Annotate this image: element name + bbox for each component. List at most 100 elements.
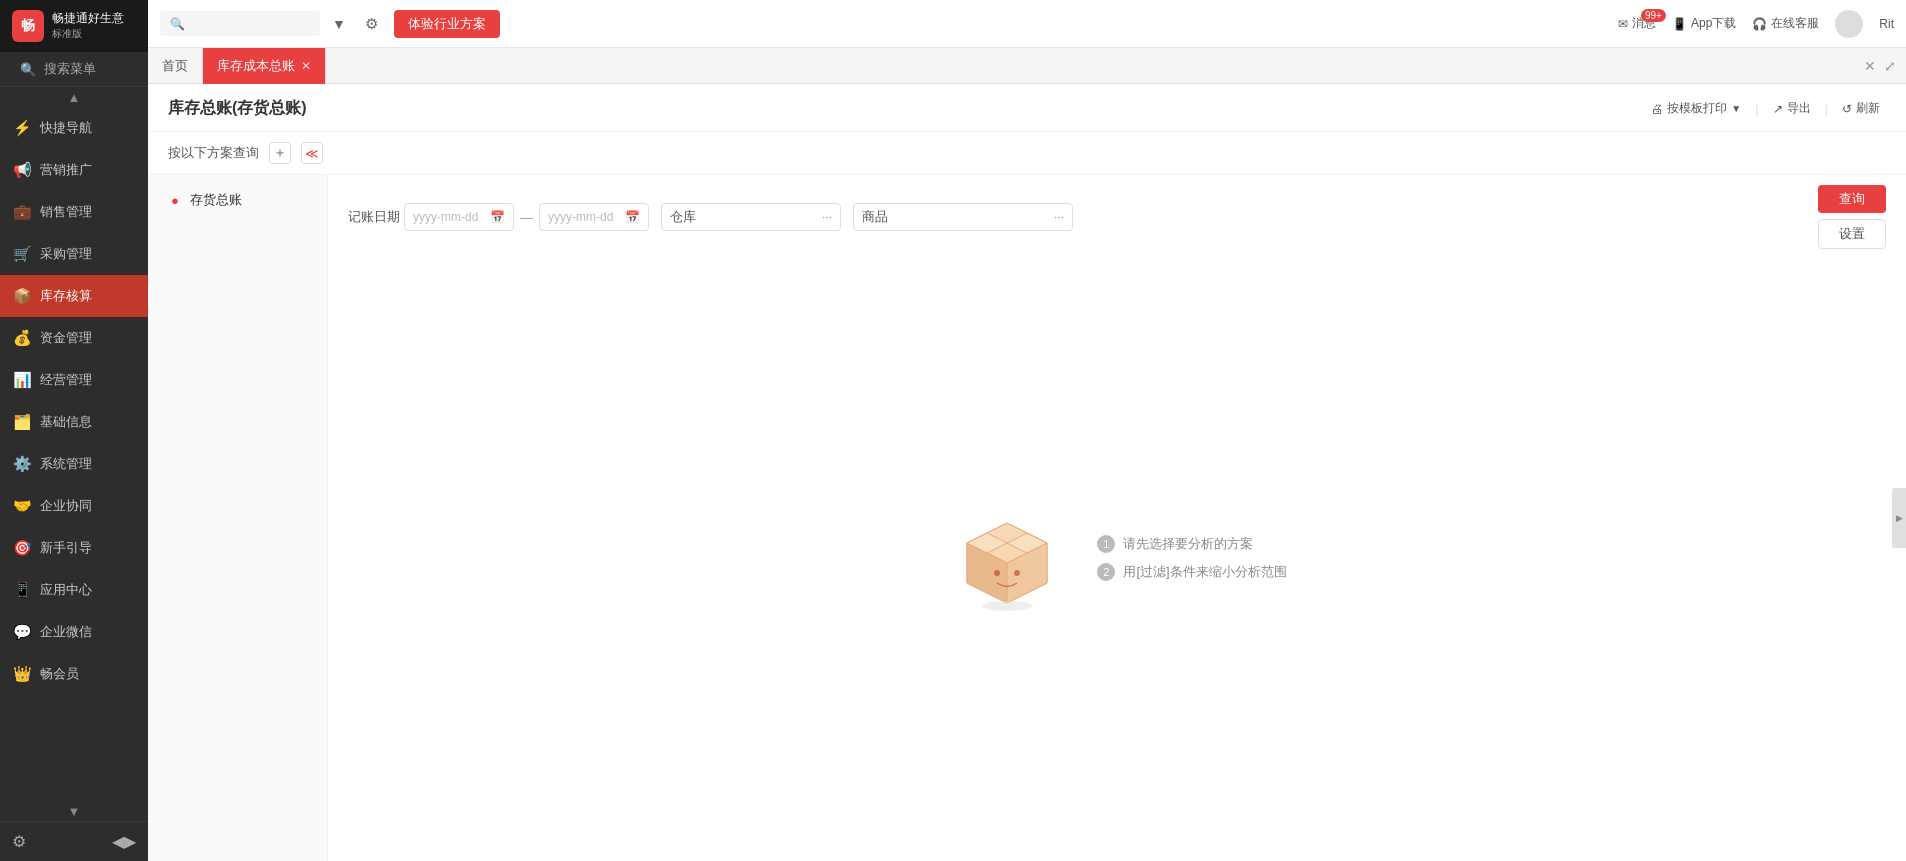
svg-point-8	[982, 601, 1032, 611]
settings-filter-btn[interactable]: 设置	[1818, 219, 1886, 249]
sidebar-item-label: 基础信息	[40, 413, 92, 431]
sidebar-item-apps[interactable]: 📱 应用中心	[0, 569, 148, 611]
right-panel-chevron: ▶	[1896, 513, 1903, 523]
calendar-end-icon: 📅	[625, 210, 640, 224]
tab-close-btn[interactable]: ✕	[301, 59, 311, 73]
refresh-btn[interactable]: ↺ 刷新	[1836, 96, 1886, 121]
date-end-input[interactable]: yyyy-mm-dd 📅	[539, 203, 649, 231]
sidebar-item-finance[interactable]: 💰 资金管理	[0, 317, 148, 359]
tip-text-2: 用[过滤]条件来缩小分析范围	[1123, 563, 1286, 581]
sidebar-item-inventory[interactable]: 📦 库存核算	[0, 275, 148, 317]
sidebar-item-label: 库存核算	[40, 287, 92, 305]
date-start-placeholder: yyyy-mm-dd	[413, 210, 478, 224]
message-btn[interactable]: ✉ 消息 99+	[1618, 15, 1656, 32]
page-title: 库存总账(存货总账)	[168, 98, 307, 119]
quick-nav-icon: ⚡	[12, 118, 32, 138]
scheme-panel: ● 存货总账	[148, 175, 328, 861]
date-label: 记账日期	[348, 208, 400, 226]
sidebar-item-quick-nav[interactable]: ⚡ 快捷导航	[0, 107, 148, 149]
sidebar-item-marketing[interactable]: 📢 营销推广	[0, 149, 148, 191]
online-support-btn[interactable]: 🎧 在线客服	[1752, 15, 1819, 32]
username-label: Rit	[1879, 17, 1894, 31]
filter-area: 按以下方案查询 ＋ ≪	[148, 132, 1906, 175]
right-panel-close-btn[interactable]: ▶	[1892, 488, 1906, 548]
filter-collapse-btn[interactable]: ≪	[301, 142, 323, 164]
sidebar-nav: ⚡ 快捷导航 📢 营销推广 💼 销售管理 🛒 采购管理 📦 库存核算 💰 资金管…	[0, 107, 148, 801]
collapse-sidebar-icon[interactable]: ◀▶	[112, 832, 136, 851]
sidebar-scroll-up[interactable]: ▲	[0, 87, 148, 107]
sidebar-item-purchase[interactable]: 🛒 采购管理	[0, 233, 148, 275]
phone-icon: 📱	[1672, 17, 1687, 31]
export-btn[interactable]: ↗ 导出	[1767, 96, 1817, 121]
sidebar-item-basic[interactable]: 🗂️ 基础信息	[0, 401, 148, 443]
header-search-bar[interactable]: 🔍	[160, 11, 320, 36]
main-area: 🔍 ▼ ⚙ 体验行业方案 ✉ 消息 99+ 📱 App下载 🎧 在线客服 Rit	[148, 0, 1906, 861]
sidebar-item-label: 采购管理	[40, 245, 92, 263]
warehouse-select[interactable]: 仓库 ···	[661, 203, 841, 231]
sidebar-item-system[interactable]: ⚙️ 系统管理	[0, 443, 148, 485]
warehouse-more-icon: ···	[822, 210, 832, 224]
empty-illustration	[947, 498, 1067, 618]
search-menu-item[interactable]: 🔍 搜索菜单	[0, 52, 148, 87]
sidebar-item-guide[interactable]: 🎯 新手引导	[0, 527, 148, 569]
tab-home[interactable]: 首页	[148, 48, 203, 84]
sidebar-item-enterprise[interactable]: 🤝 企业协同	[0, 485, 148, 527]
headset-icon: 🎧	[1752, 17, 1767, 31]
operations-icon: 📊	[12, 370, 32, 390]
wechat-icon: 💬	[12, 622, 32, 642]
query-btn[interactable]: 查询	[1818, 185, 1886, 213]
scheme-option-inventory[interactable]: ● 存货总账	[158, 185, 317, 215]
svg-point-6	[994, 570, 1000, 576]
tab-right-expand-icon[interactable]: ⤢	[1884, 58, 1896, 74]
filter-label: 按以下方案查询	[168, 144, 259, 162]
calendar-start-icon: 📅	[490, 210, 505, 224]
print-btn[interactable]: 🖨 按模板打印 ▼	[1645, 96, 1747, 121]
search-bar-text	[191, 15, 239, 32]
refresh-icon: ↺	[1842, 102, 1852, 116]
sidebar-item-label: 企业协同	[40, 497, 92, 515]
search-icon: 🔍	[20, 62, 36, 77]
right-content: 记账日期 yyyy-mm-dd 📅 — yyyy-mm-dd 📅	[328, 175, 1906, 861]
filter-row: 记账日期 yyyy-mm-dd 📅 — yyyy-mm-dd 📅	[328, 175, 1906, 255]
filter-add-btn[interactable]: ＋	[269, 142, 291, 164]
date-start-input[interactable]: yyyy-mm-dd 📅	[404, 203, 514, 231]
tip-text-1: 请先选择要分析的方案	[1123, 535, 1253, 553]
product-select[interactable]: 商品 ···	[853, 203, 1073, 231]
sidebar-bottom: ⚙ ◀▶	[0, 821, 148, 861]
sales-icon: 💼	[12, 202, 32, 222]
date-end-placeholder: yyyy-mm-dd	[548, 210, 613, 224]
tab-right-close-icon[interactable]: ✕	[1864, 58, 1876, 74]
sidebar-item-operations[interactable]: 📊 经营管理	[0, 359, 148, 401]
basic-icon: 🗂️	[12, 412, 32, 432]
sidebar-scroll-down[interactable]: ▼	[0, 801, 148, 821]
apps-icon: 📱	[12, 580, 32, 600]
sidebar-item-sales[interactable]: 💼 销售管理	[0, 191, 148, 233]
app-name-block: 畅捷通好生意 标准版	[52, 11, 124, 41]
tab-inventory-ledger[interactable]: 库存成本总账 ✕	[203, 48, 326, 84]
search-menu-label: 搜索菜单	[44, 60, 96, 78]
system-icon: ⚙️	[12, 454, 32, 474]
sidebar-item-label: 新手引导	[40, 539, 92, 557]
sidebar-item-label: 应用中心	[40, 581, 92, 599]
product-label: 商品	[862, 208, 888, 226]
top-header: 🔍 ▼ ⚙ 体验行业方案 ✉ 消息 99+ 📱 App下载 🎧 在线客服 Rit	[148, 0, 1906, 48]
sidebar: 畅 畅捷通好生意 标准版 🔍 搜索菜单 ▲ ⚡ 快捷导航 📢 营销推广 💼 销售…	[0, 0, 148, 861]
print-dropdown-icon: ▼	[1731, 103, 1741, 114]
app-download-btn[interactable]: 📱 App下载	[1672, 15, 1736, 32]
page-header: 库存总账(存货总账) 🖨 按模板打印 ▼ | ↗ 导出 | ↺ 刷新	[148, 84, 1906, 132]
sidebar-item-wechat[interactable]: 💬 企业微信	[0, 611, 148, 653]
header-right: ✉ 消息 99+ 📱 App下载 🎧 在线客服 Rit	[1618, 10, 1894, 38]
tab-bar: 首页 库存成本总账 ✕ ✕ ⤢	[148, 48, 1906, 84]
sidebar-item-member[interactable]: 👑 畅会员	[0, 653, 148, 695]
purchase-icon: 🛒	[12, 244, 32, 264]
guide-icon: 🎯	[12, 538, 32, 558]
header-settings-btn[interactable]: ⚙	[358, 10, 386, 38]
industry-btn[interactable]: 体验行业方案	[394, 10, 500, 38]
sidebar-item-label: 营销推广	[40, 161, 92, 179]
header-dropdown-btn[interactable]: ▼	[328, 12, 350, 36]
date-separator: —	[520, 210, 533, 225]
filter-actions: 查询 设置	[1818, 185, 1886, 249]
settings-bottom-icon[interactable]: ⚙	[12, 832, 26, 851]
member-icon: 👑	[12, 664, 32, 684]
product-more-icon: ···	[1054, 210, 1064, 224]
